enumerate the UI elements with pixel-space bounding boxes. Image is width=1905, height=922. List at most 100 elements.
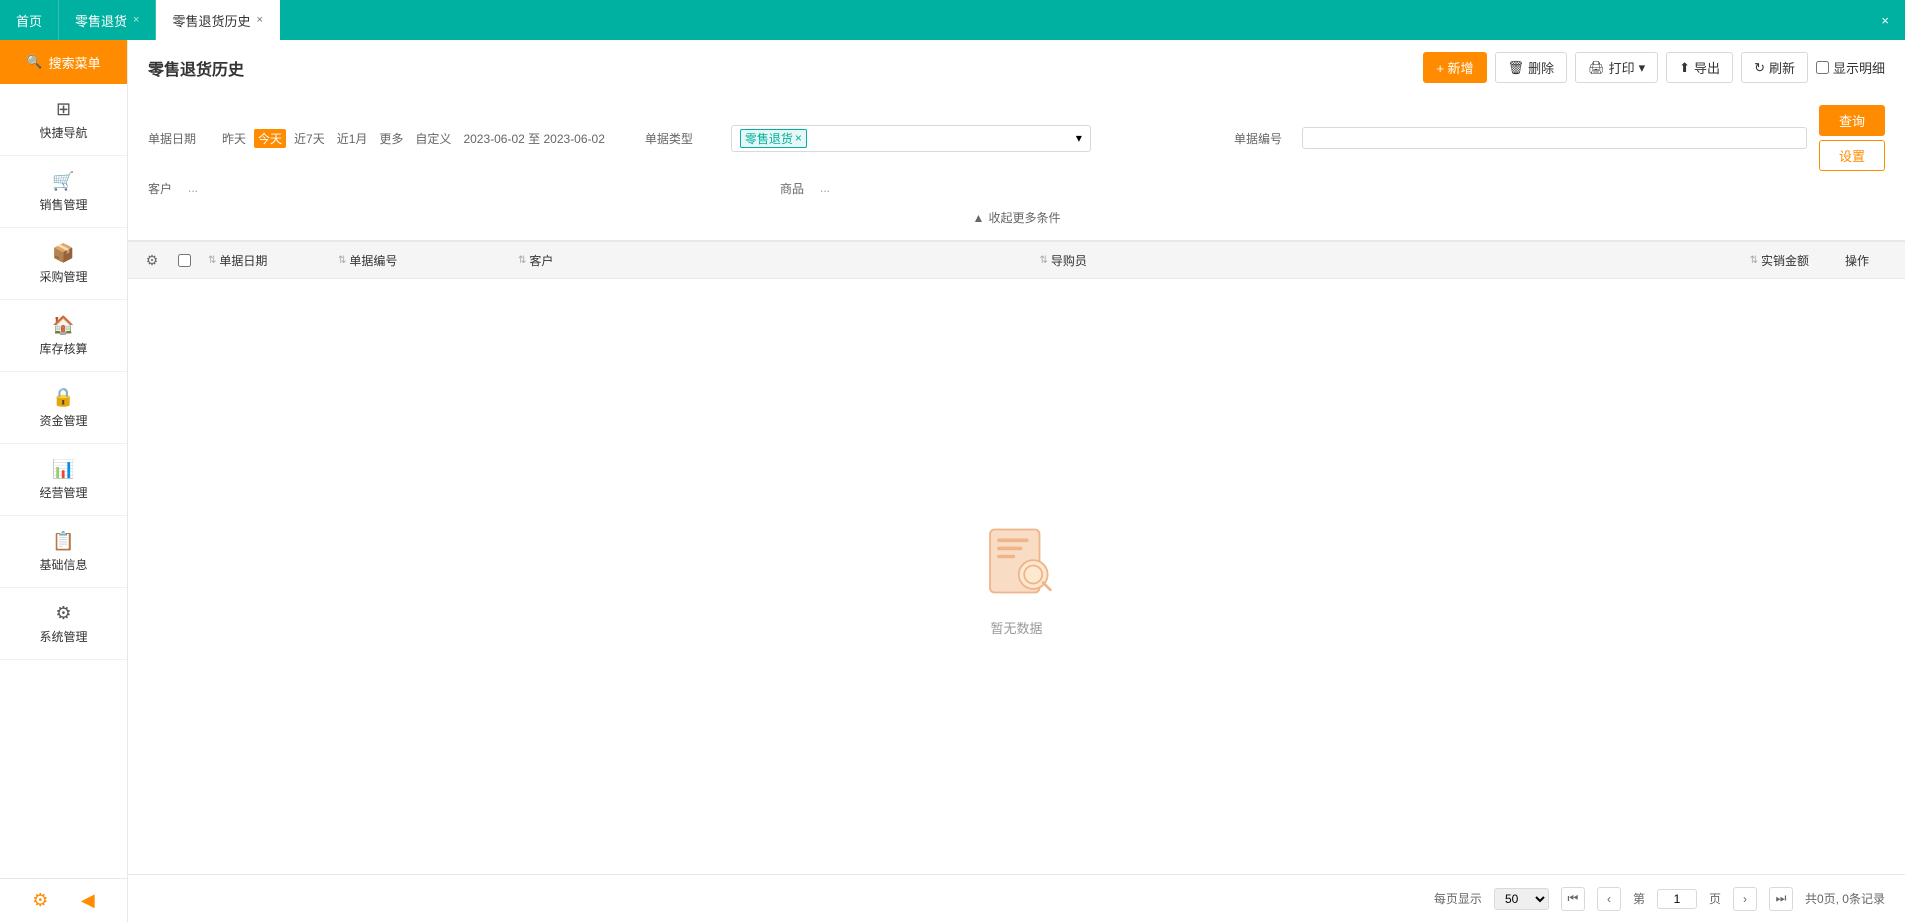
tab-retail-return-label: 零售退货 xyxy=(75,11,127,30)
th-settings[interactable]: ⚙ xyxy=(136,252,168,269)
table-header: ⚙ ⇅ 单据日期 ⇅ 单据编号 ⇅ 客户 ⇅ xyxy=(128,241,1905,279)
content-area: 零售退货历史 + 新增 🗑 删除 🖨 打印 ▾ ⬆ xyxy=(128,40,1905,922)
sidebar-item-quick-nav[interactable]: ⊞ 快捷导航 xyxy=(0,84,127,156)
sidebar-search[interactable]: 🔍 搜索菜单 xyxy=(0,40,127,84)
query-button[interactable]: 查询 xyxy=(1819,105,1885,136)
type-filter-select[interactable]: 零售退货 × ▾ xyxy=(731,125,1091,152)
next-page-button[interactable]: › xyxy=(1733,887,1757,911)
empty-text: 暂无数据 xyxy=(990,618,1042,637)
sidebar-gear-icon[interactable]: ⚙ xyxy=(32,890,48,911)
th-customer[interactable]: ⇅ 客户 xyxy=(510,252,1032,269)
export-icon: ⬆ xyxy=(1679,60,1690,76)
tab-retail-return-close[interactable]: × xyxy=(133,14,139,26)
th-date-label: 单据日期 xyxy=(219,252,267,269)
last-page-button[interactable]: ⏭ xyxy=(1769,887,1793,911)
prev-page-button[interactable]: ‹ xyxy=(1597,887,1621,911)
customer-input[interactable]: ... xyxy=(180,179,206,197)
number-filter-label: 单据编号 xyxy=(1234,130,1294,147)
delete-button[interactable]: 🗑 删除 xyxy=(1495,52,1568,83)
print-dropdown-icon: ▾ xyxy=(1639,60,1646,76)
sidebar-nav: ⊞ 快捷导航 🛒 销售管理 📦 采购管理 🏠 库存核算 🔒 资金管理 📊 xyxy=(0,84,127,878)
sidebar-item-sales-mgmt[interactable]: 🛒 销售管理 xyxy=(0,156,127,228)
date-option-custom[interactable]: 自定义 xyxy=(411,129,455,148)
tab-retail-return-history-close[interactable]: × xyxy=(256,14,262,26)
th-guide-label: 导购员 xyxy=(1051,252,1087,269)
date-option-more[interactable]: 更多 xyxy=(375,129,407,148)
sidebar-item-operations-label: 经营管理 xyxy=(39,484,87,501)
print-button[interactable]: 🖨 打印 ▾ xyxy=(1575,52,1658,83)
pagination-bar: 每页显示 50 100 200 ⏮ ‹ 第 页 › ⏭ 共0页, 0条记录 xyxy=(128,874,1905,922)
type-tag: 零售退货 × xyxy=(740,129,807,148)
date-option-today[interactable]: 今天 xyxy=(254,129,286,148)
tab-retail-return-history-label: 零售退货历史 xyxy=(172,11,250,30)
sidebar-item-finance[interactable]: 🔒 资金管理 xyxy=(0,372,127,444)
number-filter-input[interactable] xyxy=(1302,127,1807,149)
sidebar-item-system-label: 系统管理 xyxy=(39,628,87,645)
page-input[interactable] xyxy=(1657,889,1697,909)
show-details-checkbox-label[interactable]: 显示明细 xyxy=(1816,58,1885,77)
top-bar: 首页 零售退货 × 零售退货历史 × × xyxy=(0,0,1905,40)
sidebar-collapse-icon[interactable]: ◀ xyxy=(81,890,95,911)
sidebar-item-system[interactable]: ⚙ 系统管理 xyxy=(0,588,127,660)
date-option-1month[interactable]: 近1月 xyxy=(333,129,372,148)
table-body: 暂无数据 xyxy=(128,279,1905,874)
first-page-button[interactable]: ⏮ xyxy=(1561,887,1585,911)
settings-button-label: 设置 xyxy=(1839,149,1865,164)
filter-row-customer: 客户 ... 商品 ... xyxy=(148,179,1885,197)
page-title: 零售退货历史 xyxy=(148,56,244,80)
empty-icon xyxy=(972,516,1062,606)
print-button-label: 打印 xyxy=(1609,58,1635,77)
th-number[interactable]: ⇅ 单据编号 xyxy=(330,252,510,269)
query-settings-col: 查询 设置 xyxy=(1819,105,1885,171)
type-tag-close[interactable]: × xyxy=(795,131,802,145)
sidebar-bottom: ⚙ ◀ xyxy=(0,878,127,922)
sidebar-item-purchase-mgmt[interactable]: 📦 采购管理 xyxy=(0,228,127,300)
customer-label: 客户 xyxy=(148,180,172,197)
th-guide[interactable]: ⇅ 导购员 xyxy=(1032,252,1192,269)
th-checkbox[interactable] xyxy=(168,254,200,267)
export-button[interactable]: ⬆ 导出 xyxy=(1666,52,1733,83)
finance-icon: 🔒 xyxy=(53,386,75,408)
search-icon: 🔍 xyxy=(26,54,42,70)
show-details-label: 显示明细 xyxy=(1833,58,1885,77)
quick-nav-icon: ⊞ xyxy=(53,98,75,120)
tab-home[interactable]: 首页 xyxy=(0,0,59,40)
page-header: 零售退货历史 + 新增 🗑 删除 🖨 打印 ▾ ⬆ xyxy=(128,40,1905,241)
new-button[interactable]: + 新增 xyxy=(1423,52,1486,83)
new-button-label: + 新增 xyxy=(1436,58,1473,77)
sidebar-item-purchase-label: 采购管理 xyxy=(39,268,87,285)
th-action-label: 操作 xyxy=(1845,252,1869,269)
per-page-select[interactable]: 50 100 200 xyxy=(1494,888,1549,910)
page-label: 第 xyxy=(1633,890,1645,907)
goods-input[interactable]: ... xyxy=(812,179,838,197)
collapse-label: 收起更多条件 xyxy=(988,209,1060,226)
tab-retail-return-history[interactable]: 零售退货历史 × xyxy=(156,0,279,40)
settings-button[interactable]: 设置 xyxy=(1819,140,1885,171)
toolbar-buttons: + 新增 🗑 删除 🖨 打印 ▾ ⬆ 导出 xyxy=(1423,52,1885,83)
tab-retail-return[interactable]: 零售退货 × xyxy=(59,0,156,40)
sidebar-item-finance-label: 资金管理 xyxy=(39,412,87,429)
th-customer-label: 客户 xyxy=(529,252,553,269)
basic-info-icon: 📋 xyxy=(53,530,75,552)
sidebar-item-operations[interactable]: 📊 经营管理 xyxy=(0,444,127,516)
settings-gear-icon[interactable]: ⚙ xyxy=(146,252,159,269)
th-guide-sort-icon: ⇅ xyxy=(1040,255,1048,266)
main-layout: 🔍 搜索菜单 ⊞ 快捷导航 🛒 销售管理 📦 采购管理 🏠 库存核算 🔒 xyxy=(0,40,1905,922)
sidebar-item-basic-info[interactable]: 📋 基础信息 xyxy=(0,516,127,588)
query-button-label: 查询 xyxy=(1839,114,1865,129)
sidebar-item-inventory[interactable]: 🏠 库存核算 xyxy=(0,300,127,372)
collapse-button[interactable]: ▲ 收起更多条件 xyxy=(148,205,1885,230)
sidebar-item-quick-nav-label: 快捷导航 xyxy=(39,124,87,141)
sales-mgmt-icon: 🛒 xyxy=(53,170,75,192)
th-date[interactable]: ⇅ 单据日期 xyxy=(200,252,330,269)
refresh-button[interactable]: ↻ 刷新 xyxy=(1741,52,1808,83)
show-details-checkbox[interactable] xyxy=(1816,61,1829,74)
top-bar-close[interactable]: × xyxy=(1881,13,1905,28)
th-amount[interactable]: ⇅ 实销金额 xyxy=(1697,252,1817,269)
date-option-7days[interactable]: 近7天 xyxy=(290,129,329,148)
select-all-checkbox[interactable] xyxy=(178,254,191,267)
page-title-row: 零售退货历史 + 新增 🗑 删除 🖨 打印 ▾ ⬆ xyxy=(148,52,1885,83)
th-number-sort-icon: ⇅ xyxy=(338,255,346,266)
th-amount-sort-icon: ⇅ xyxy=(1750,255,1758,266)
date-option-yesterday[interactable]: 昨天 xyxy=(218,129,250,148)
